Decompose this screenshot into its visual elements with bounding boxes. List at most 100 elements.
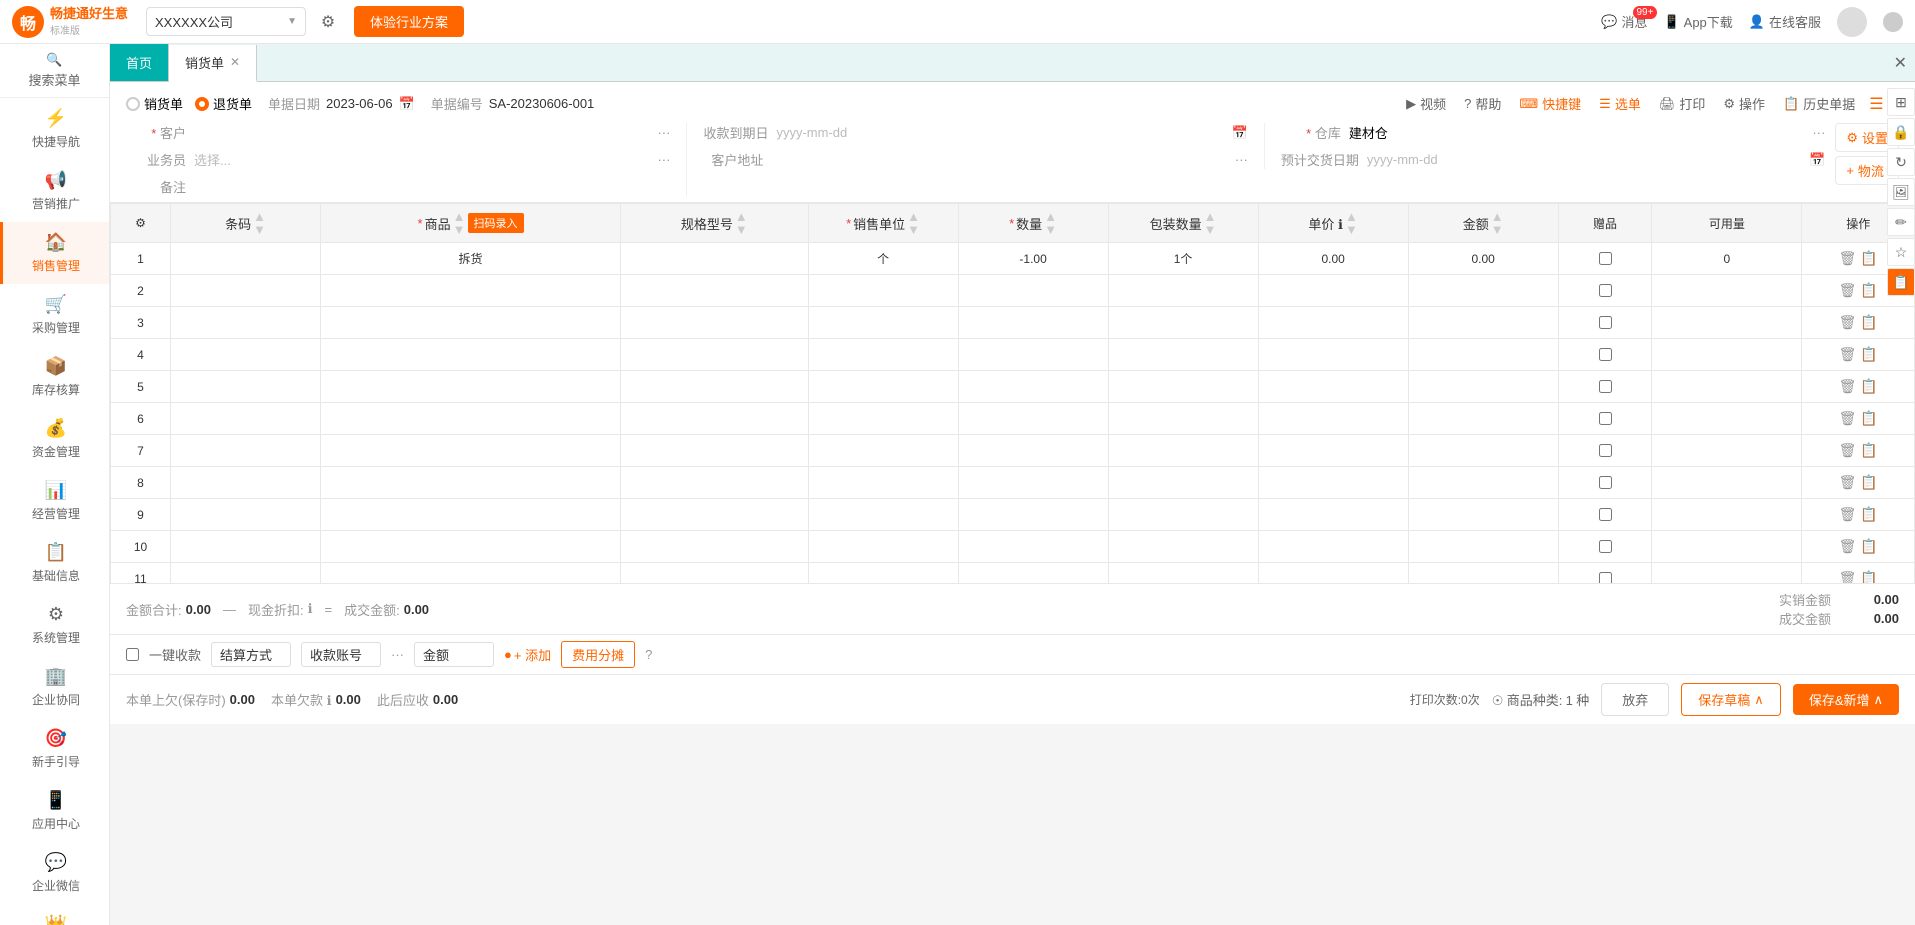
copy-icon[interactable]: 📋: [1860, 378, 1877, 395]
copy-icon[interactable]: 📋: [1860, 538, 1877, 555]
float-image-btn[interactable]: 🖼: [1887, 178, 1915, 206]
account-dots[interactable]: ···: [391, 647, 404, 662]
due-date-input[interactable]: yyyy-mm-dd: [776, 125, 1223, 140]
row-unit[interactable]: 个: [808, 243, 958, 275]
delete-icon[interactable]: 🗑: [1839, 346, 1857, 363]
copy-icon[interactable]: 📋: [1860, 282, 1877, 299]
sidebar-item-enterprise[interactable]: 🏢 企业协同: [0, 656, 109, 718]
copy-icon[interactable]: 📋: [1860, 346, 1877, 363]
salesperson-dots[interactable]: ···: [657, 152, 670, 167]
calendar-icon[interactable]: 📅: [399, 96, 415, 112]
salesperson-input[interactable]: 选择...: [194, 150, 649, 169]
list-view-icon[interactable]: ☰: [1869, 94, 1883, 114]
help-btn[interactable]: ? 帮助: [1460, 92, 1505, 115]
account-input[interactable]: 收款账号: [301, 642, 381, 667]
row-goods[interactable]: 拆货: [321, 243, 621, 275]
print-btn[interactable]: 🖨 打印: [1655, 92, 1710, 115]
row-amount[interactable]: 0.00: [1408, 243, 1558, 275]
scan-button[interactable]: 扫码录入: [468, 213, 524, 233]
expense-button[interactable]: 费用分摊: [561, 641, 635, 668]
company-selector[interactable]: XXXXXX公司 ▼: [146, 7, 306, 36]
save-new-button[interactable]: 保存&新增 ∧: [1793, 684, 1899, 715]
sidebar-item-app-center[interactable]: 📱 应用中心: [0, 780, 109, 842]
gift-checkbox[interactable]: [1599, 252, 1612, 265]
online-service-button[interactable]: 👤 在线客服: [1749, 12, 1821, 31]
radio-return-order[interactable]: 退货单: [195, 94, 252, 113]
sidebar-item-member[interactable]: 👑 畅会员: [0, 904, 109, 925]
video-btn[interactable]: ▶ 视频: [1402, 92, 1450, 115]
copy-icon[interactable]: 📋: [1860, 506, 1877, 523]
sidebar-item-wechat[interactable]: 💬 企业微信: [0, 842, 109, 904]
operation-btn[interactable]: ⚙ 操作: [1719, 92, 1769, 115]
radio-sales-order[interactable]: 销货单: [126, 94, 183, 113]
copy-icon[interactable]: 📋: [1860, 570, 1877, 583]
sidebar-item-marketing[interactable]: 📢 营销推广: [0, 160, 109, 222]
sidebar-search[interactable]: 🔍 搜索菜单: [0, 44, 109, 98]
sidebar-item-inventory[interactable]: 📦 库存核算: [0, 346, 109, 408]
abandon-button[interactable]: 放弃: [1601, 683, 1669, 716]
doc-no-value[interactable]: SA-20230606-001: [489, 96, 595, 111]
customer-addr-dots[interactable]: ···: [1235, 152, 1248, 167]
select-btn[interactable]: ☰ 选单: [1595, 92, 1645, 115]
sidebar-item-purchase[interactable]: 🛒 采购管理: [0, 284, 109, 346]
sidebar-item-sales[interactable]: 🏠 销售管理: [0, 222, 109, 284]
tab-sales-order[interactable]: 销货单 ✕: [169, 45, 257, 82]
copy-icon[interactable]: 📋: [1860, 410, 1877, 427]
copy-icon[interactable]: 📋: [1860, 314, 1877, 331]
add-payment-button[interactable]: ● + 添加: [504, 645, 551, 664]
message-button[interactable]: 💬 消息 99+: [1601, 12, 1647, 31]
discount-info-icon[interactable]: ℹ: [308, 601, 313, 617]
goods-type-check-icon[interactable]: ☉: [1492, 693, 1504, 708]
history-btn[interactable]: 📋 历史单据: [1779, 92, 1859, 115]
tab-home[interactable]: 首页: [110, 44, 169, 81]
delete-icon[interactable]: 🗑: [1839, 378, 1857, 395]
row-qty[interactable]: -1.00: [958, 243, 1108, 275]
warehouse-value[interactable]: 建材仓: [1349, 123, 1804, 142]
expected-delivery-input[interactable]: yyyy-mm-dd: [1367, 152, 1801, 167]
close-all-tabs-icon[interactable]: ✕: [1894, 53, 1907, 73]
float-lock-btn[interactable]: 🔒: [1887, 118, 1915, 146]
tab-close-icon[interactable]: ✕: [230, 55, 240, 69]
amount-input[interactable]: 金额: [414, 642, 494, 667]
delete-icon[interactable]: 🗑: [1839, 570, 1857, 583]
settlement-method-input[interactable]: 结算方式: [211, 642, 291, 667]
app-download-button[interactable]: 📱 App下载: [1663, 12, 1732, 31]
copy-icon[interactable]: 📋: [1860, 250, 1877, 267]
copy-icon[interactable]: 📋: [1860, 474, 1877, 491]
customer-dots[interactable]: ···: [657, 125, 670, 140]
delete-icon[interactable]: 🗑: [1839, 442, 1857, 459]
delete-icon[interactable]: 🗑: [1839, 410, 1857, 427]
float-rotate-btn[interactable]: ↻: [1887, 148, 1915, 176]
settings-icon[interactable]: ⚙: [314, 8, 342, 36]
warehouse-dots[interactable]: ···: [1812, 125, 1825, 140]
row-price[interactable]: 0.00: [1258, 243, 1408, 275]
delete-icon[interactable]: 🗑: [1839, 314, 1857, 331]
save-draft-button[interactable]: 保存草稿 ∧: [1681, 683, 1781, 716]
delete-icon[interactable]: 🗑: [1839, 474, 1857, 491]
sidebar-item-quick-nav[interactable]: ⚡ 快捷导航: [0, 98, 109, 160]
delete-icon[interactable]: 🗑: [1839, 538, 1857, 555]
float-action-btn[interactable]: 📋: [1887, 268, 1915, 296]
float-edit-btn[interactable]: ✏: [1887, 208, 1915, 236]
shortcut-btn[interactable]: ⌨ 快捷键: [1515, 92, 1585, 115]
row-gift[interactable]: [1558, 243, 1652, 275]
sidebar-item-finance[interactable]: 💰 资金管理: [0, 408, 109, 470]
float-grid-view-btn[interactable]: ⊞: [1887, 88, 1915, 116]
trial-button[interactable]: 体验行业方案: [354, 6, 464, 37]
delete-icon[interactable]: 🗑: [1839, 506, 1857, 523]
th-gear[interactable]: ⚙: [111, 204, 171, 243]
row-spec[interactable]: [621, 243, 809, 275]
row-barcode[interactable]: [171, 243, 321, 275]
avatar[interactable]: [1837, 7, 1867, 37]
row-pkg-qty[interactable]: 1个: [1108, 243, 1258, 275]
due-date-calendar-icon[interactable]: 📅: [1232, 125, 1248, 141]
delete-icon[interactable]: 🗑: [1839, 250, 1857, 267]
debt-info-icon[interactable]: ℹ: [327, 693, 332, 708]
date-value[interactable]: 2023-06-06: [326, 96, 393, 111]
sidebar-item-operation[interactable]: 📊 经营管理: [0, 470, 109, 532]
sidebar-item-system[interactable]: ⚙ 系统管理: [0, 594, 109, 656]
delete-icon[interactable]: 🗑: [1839, 282, 1857, 299]
expense-help-icon[interactable]: ?: [645, 647, 652, 662]
one-click-payment-checkbox[interactable]: [126, 648, 139, 661]
expected-delivery-calendar-icon[interactable]: 📅: [1809, 152, 1825, 168]
